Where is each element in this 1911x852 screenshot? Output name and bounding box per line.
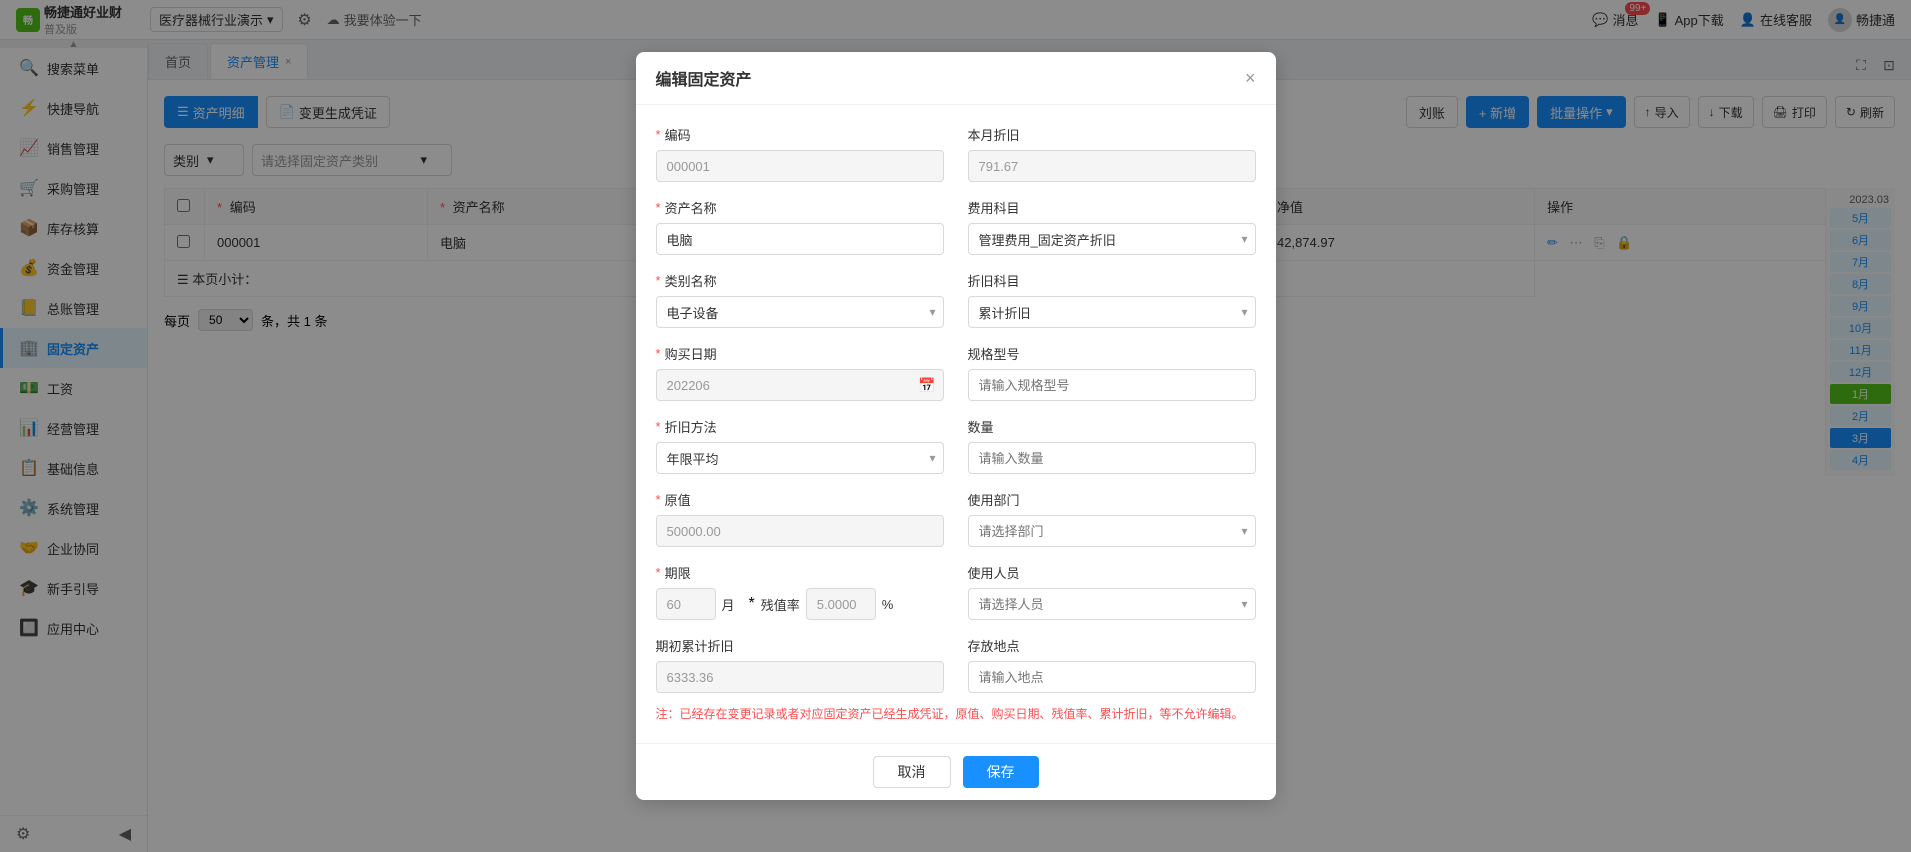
form-item-quantity: 数量 [968, 417, 1256, 474]
initial-depr-label: 期初累计折旧 [656, 636, 944, 655]
initial-depr-input[interactable] [656, 661, 944, 693]
form-item-code: * 编码 [656, 125, 944, 182]
modal-overlay: 编辑固定资产 × * 编码 本月折旧 [0, 0, 1911, 852]
spec-model-label: 规格型号 [968, 344, 1256, 363]
monthly-depr-label: 本月折旧 [968, 125, 1256, 144]
category-label: * 类别名称 [656, 271, 944, 290]
personnel-input[interactable] [968, 588, 1256, 620]
original-value-input[interactable] [656, 515, 944, 547]
depr-method-label: * 折旧方法 [656, 417, 944, 436]
monthly-depr-input[interactable] [968, 150, 1256, 182]
depr-subject-label: 折旧科目 [968, 271, 1256, 290]
expense-subject-select-wrap: ▾ [968, 223, 1256, 255]
department-input[interactable] [968, 515, 1256, 547]
expense-subject-input[interactable] [968, 223, 1256, 255]
modal-title: 编辑固定资产 [656, 66, 752, 90]
location-input[interactable] [968, 661, 1256, 693]
residual-rate-unit-label: % [882, 597, 894, 612]
modal-body: * 编码 本月折旧 * 资产名称 [636, 105, 1276, 743]
modal-close-icon[interactable]: × [1245, 68, 1256, 89]
code-label: * 编码 [656, 125, 944, 144]
depr-method-select-wrap: ▾ [656, 442, 944, 474]
form-grid: * 编码 本月折旧 * 资产名称 [656, 125, 1256, 693]
period-label: * 期限 [656, 563, 944, 582]
personnel-label: 使用人员 [968, 563, 1256, 582]
quantity-label: 数量 [968, 417, 1256, 436]
category-input[interactable] [656, 296, 944, 328]
purchase-date-wrap: 📅 [656, 369, 944, 401]
depr-subject-input[interactable] [968, 296, 1256, 328]
department-select-wrap: ▾ [968, 515, 1256, 547]
purchase-date-label: * 购买日期 [656, 344, 944, 363]
period-input[interactable] [656, 588, 716, 620]
form-item-initial-depr: 期初累计折旧 [656, 636, 944, 693]
name-input[interactable] [656, 223, 944, 255]
cancel-button[interactable]: 取消 [873, 756, 951, 788]
form-item-monthly-depr: 本月折旧 [968, 125, 1256, 182]
spec-model-input[interactable] [968, 369, 1256, 401]
form-item-category: * 类别名称 ▾ [656, 271, 944, 328]
req-star-residual: * [749, 595, 755, 613]
original-value-label: * 原值 [656, 490, 944, 509]
form-note: 注：已经存在变更记录或者对应固定资产已经生成凭证，原值、购买日期、残值率、累计折… [656, 705, 1256, 723]
form-item-spec-model: 规格型号 [968, 344, 1256, 401]
form-item-depr-subject: 折旧科目 ▾ [968, 271, 1256, 328]
modal-header: 编辑固定资产 × [636, 52, 1276, 105]
expense-subject-label: 费用科目 [968, 198, 1256, 217]
residual-rate-label: 残值率 [761, 595, 800, 614]
code-input[interactable] [656, 150, 944, 182]
form-item-period: * 期限 月 * 残值率 % [656, 563, 944, 620]
form-item-department: 使用部门 ▾ [968, 490, 1256, 547]
form-item-name: * 资产名称 [656, 198, 944, 255]
form-item-depr-method: * 折旧方法 ▾ [656, 417, 944, 474]
department-label: 使用部门 [968, 490, 1256, 509]
purchase-date-input[interactable] [656, 369, 944, 401]
save-button[interactable]: 保存 [963, 756, 1039, 788]
period-unit-label: 月 [722, 595, 735, 614]
name-label: * 资产名称 [656, 198, 944, 217]
edit-asset-modal: 编辑固定资产 × * 编码 本月折旧 [636, 52, 1276, 800]
category-select-wrap: ▾ [656, 296, 944, 328]
period-row: 月 * 残值率 % [656, 588, 944, 620]
form-item-personnel: 使用人员 ▾ [968, 563, 1256, 620]
form-item-location: 存放地点 [968, 636, 1256, 693]
depr-subject-select-wrap: ▾ [968, 296, 1256, 328]
residual-rate-input[interactable] [806, 588, 876, 620]
location-label: 存放地点 [968, 636, 1256, 655]
depr-method-input[interactable] [656, 442, 944, 474]
form-item-original-value: * 原值 [656, 490, 944, 547]
quantity-input[interactable] [968, 442, 1256, 474]
form-item-purchase-date: * 购买日期 📅 [656, 344, 944, 401]
personnel-select-wrap: ▾ [968, 588, 1256, 620]
form-item-expense-subject: 费用科目 ▾ [968, 198, 1256, 255]
modal-footer: 取消 保存 [636, 743, 1276, 800]
